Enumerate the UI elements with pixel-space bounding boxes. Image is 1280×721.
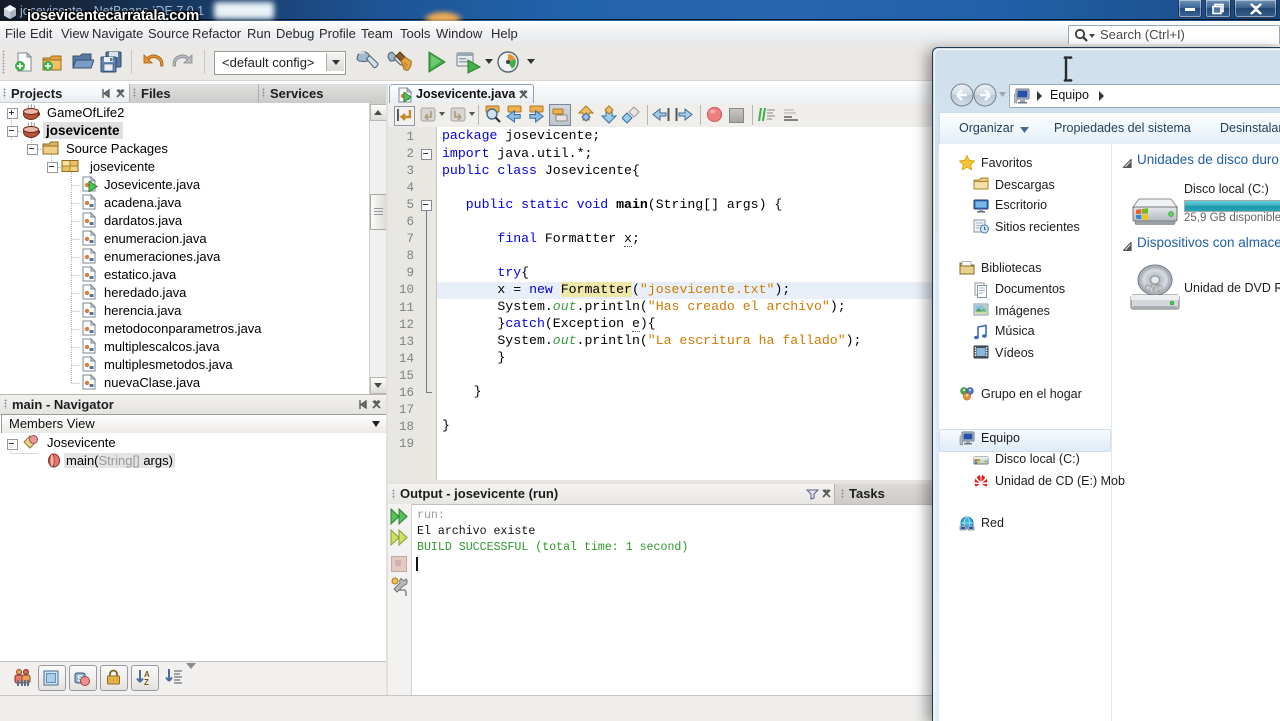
svg-text:Z: Z xyxy=(144,678,149,687)
svg-text:DVD: DVD xyxy=(1145,283,1163,293)
